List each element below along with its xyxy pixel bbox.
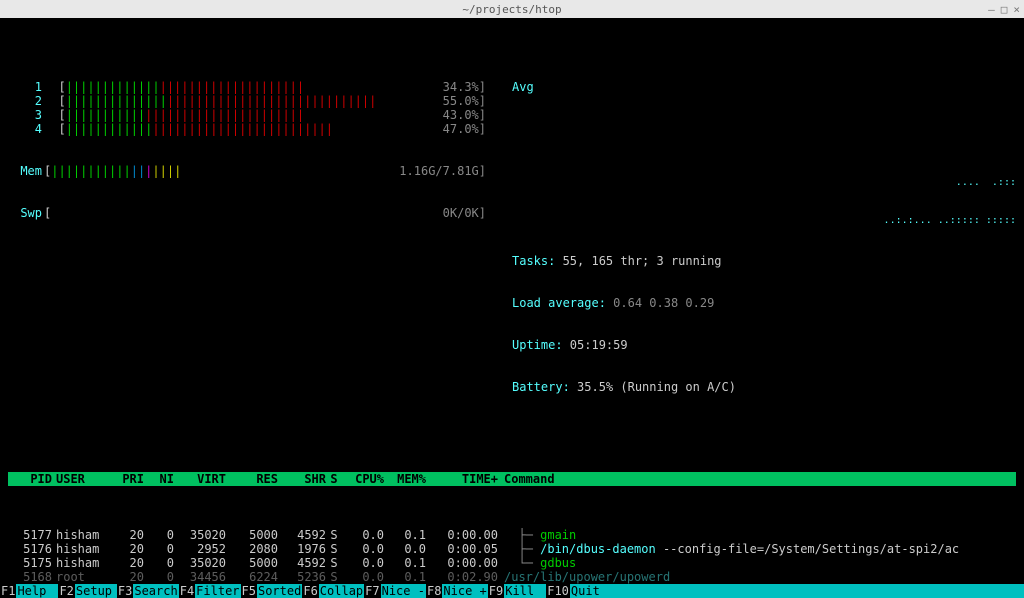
fkey-f6[interactable]: F6Collap [302, 584, 364, 598]
function-key-bar: F1HelpF2SetupF3SearchF4FilterF5SortedF6C… [0, 584, 1024, 598]
titlebar[interactable]: ~/projects/htop – □ × [0, 0, 1024, 18]
cpu3-meter: 3 [|||||||||||||||||||||||||||||||||43.0… [8, 108, 488, 122]
tasks-line: Tasks: 55, 165 thr; 3 running [512, 254, 1016, 268]
load-graph: .... .::: [512, 178, 1016, 188]
load-line: Load average: 0.64 0.38 0.29 [512, 296, 1016, 310]
cpu1-meter: 1 [|||||||||||||||||||||||||||||||||34.3… [8, 80, 488, 94]
minimize-icon[interactable]: – [988, 3, 995, 16]
fkey-f4[interactable]: F4Filter [179, 584, 241, 598]
battery-line: Battery: 35.5% (Running on A/C) [512, 380, 1016, 394]
header-meters: 1 [|||||||||||||||||||||||||||||||||34.3… [8, 52, 1016, 422]
fkey-f10[interactable]: F10Quit [546, 584, 612, 598]
process-row[interactable]: 5168root2003445662245236S0.00.10:02.90/u… [8, 570, 1016, 584]
swap-meter: Swp [0K/0K] [8, 206, 488, 220]
process-row[interactable]: 5175hisham2003502050004592S0.00.10:00.00… [8, 556, 1016, 570]
process-row[interactable]: 5176hisham200295220801976S0.00.00:00.05 … [8, 542, 1016, 556]
process-table-header[interactable]: PID USER PRI NI VIRT RES SHR S CPU% MEM%… [8, 472, 1016, 486]
fkey-f3[interactable]: F3Search [117, 584, 179, 598]
uptime-line: Uptime: 05:19:59 [512, 338, 1016, 352]
cpu2-meter: 2 [|||||||||||||||||||||||||||||||||||||… [8, 94, 488, 108]
fkey-f9[interactable]: F9Kill [488, 584, 546, 598]
cpu4-meter: 4 [|||||||||||||||||||||||||||||||||||||… [8, 122, 488, 136]
process-row[interactable]: 5177hisham2003502050004592S0.00.10:00.00… [8, 528, 1016, 542]
avg-label: Avg [512, 80, 1016, 94]
fkey-f1[interactable]: F1Help [0, 584, 58, 598]
fkey-f2[interactable]: F2Setup [58, 584, 116, 598]
maximize-icon[interactable]: □ [1001, 3, 1008, 16]
fkey-f5[interactable]: F5Sorted [241, 584, 303, 598]
window-controls: – □ × [988, 3, 1020, 16]
close-icon[interactable]: × [1013, 3, 1020, 16]
window-title: ~/projects/htop [462, 3, 561, 16]
terminal-body: 1 [|||||||||||||||||||||||||||||||||34.3… [0, 18, 1024, 598]
fkey-f8[interactable]: F8Nice + [426, 584, 488, 598]
terminal-window: ~/projects/htop – □ × 1 [|||||||||||||||… [0, 0, 1024, 598]
fkey-f7[interactable]: F7Nice - [364, 584, 426, 598]
mem-meter: Mem [||||||||||||||||||1.16G/7.81G] [8, 164, 488, 178]
